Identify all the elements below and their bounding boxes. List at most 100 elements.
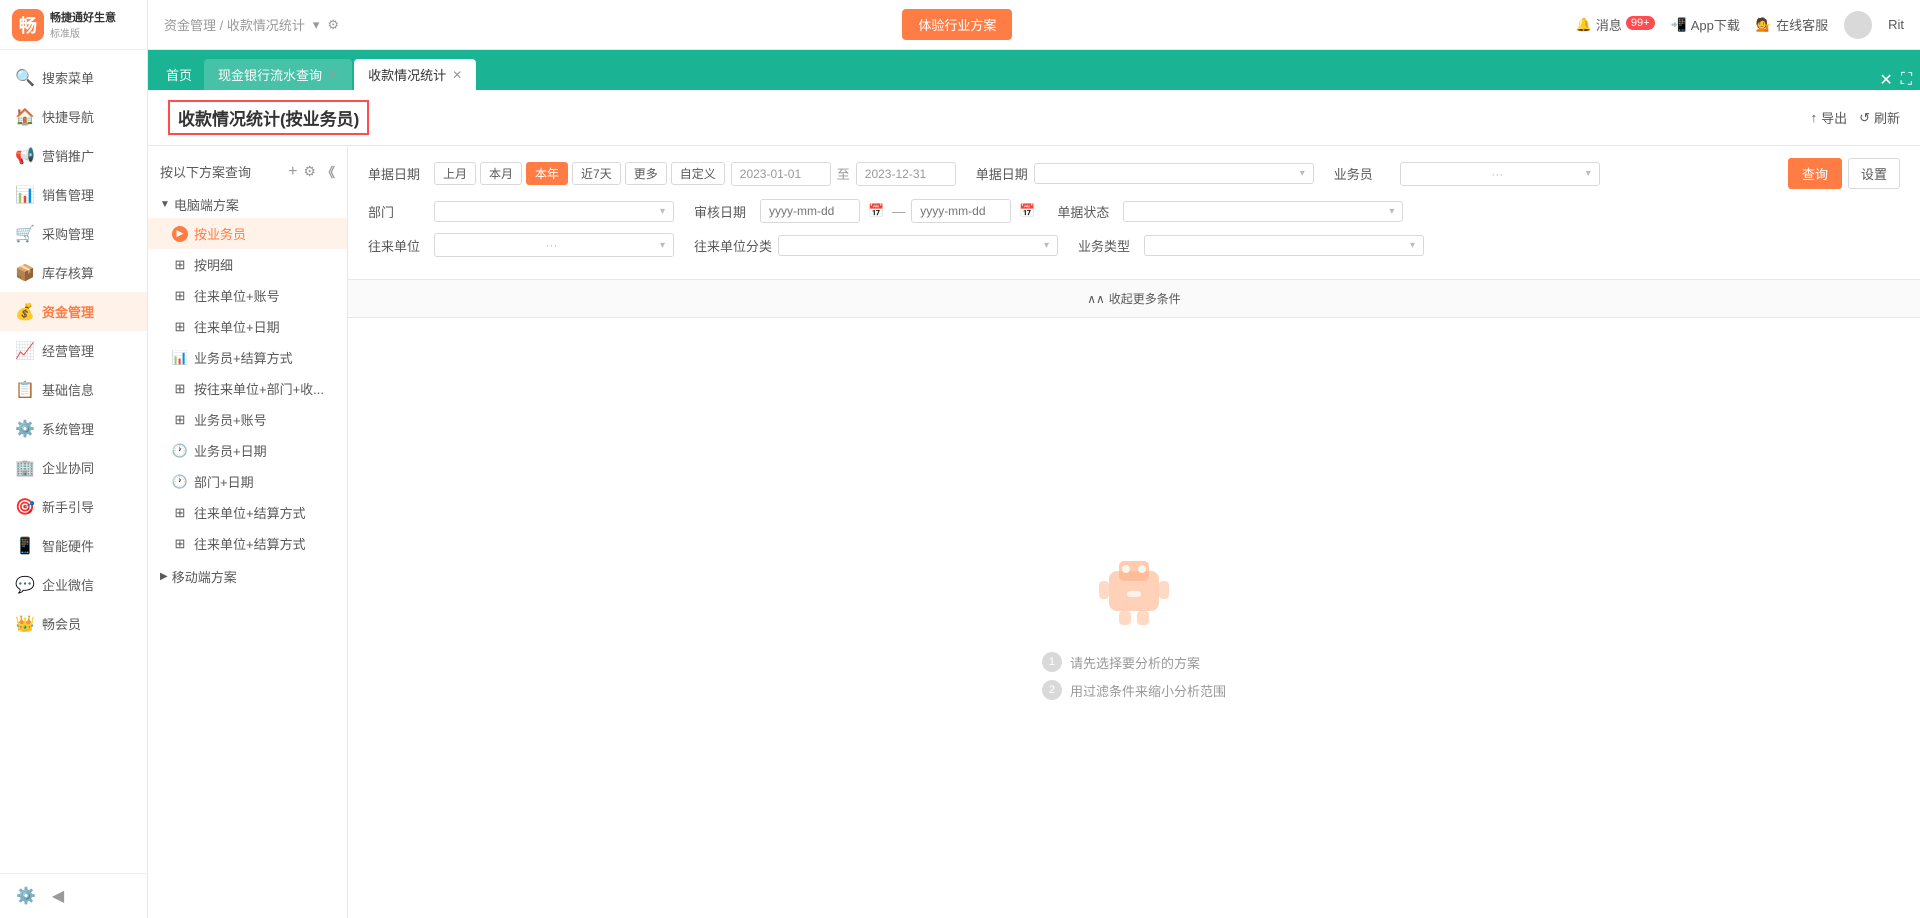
- scheme-item-unit-account[interactable]: ⊞ 往来单位+账号: [148, 280, 347, 311]
- scheme-item-unit-settle1[interactable]: ⊞ 往来单位+结算方式: [148, 497, 347, 528]
- app-download-label: App下载: [1691, 15, 1740, 34]
- breadcrumb-dropdown-icon[interactable]: ▾: [313, 17, 320, 33]
- salesman-select[interactable]: ··· ▾: [1400, 162, 1600, 186]
- settings-footer-icon[interactable]: ⚙️: [16, 886, 36, 906]
- doc-type-select[interactable]: ▾: [1034, 163, 1314, 184]
- logo-app-name: 畅捷通好生意: [50, 9, 116, 25]
- date-btn-this-year[interactable]: 本年: [526, 162, 568, 185]
- review-date-cal-from[interactable]: 📅: [868, 203, 884, 219]
- step-2-number: 2: [1042, 680, 1062, 700]
- tab-collection-stats-close-icon[interactable]: ✕: [452, 68, 462, 82]
- sidebar-item-marketing[interactable]: 📢 营销推广: [0, 136, 147, 175]
- trial-button[interactable]: 体验行业方案: [902, 9, 1012, 40]
- sidebar-item-system[interactable]: ⚙️ 系统管理: [0, 409, 147, 448]
- tab-bank-flow[interactable]: 现金银行流水查询 ✕: [204, 59, 352, 90]
- tab-maximize-icon[interactable]: ⛶: [1901, 71, 1912, 89]
- date-btn-7days[interactable]: 近7天: [572, 162, 621, 185]
- sidebar-item-sales[interactable]: 📊 销售管理: [0, 175, 147, 214]
- tab-collection-stats-label: 收款情况统计: [368, 65, 446, 84]
- unit-select[interactable]: ··· ▾: [434, 233, 674, 257]
- sidebar-item-label: 销售管理: [42, 185, 94, 204]
- date-btn-more[interactable]: 更多: [625, 162, 667, 185]
- notification-label: 消息: [1596, 15, 1622, 34]
- scheme-collapse-icon[interactable]: 《: [322, 162, 335, 181]
- scheme-settings-icon[interactable]: ⚙: [303, 163, 316, 180]
- desktop-group-arrow: ▼: [160, 199, 170, 210]
- logo-text-block: 畅捷通好生意 标准版: [50, 9, 116, 40]
- collapse-bar[interactable]: ∧∧ 收起更多条件: [348, 280, 1920, 318]
- tab-bank-flow-close-icon[interactable]: ✕: [328, 68, 338, 82]
- date-btn-custom[interactable]: 自定义: [671, 162, 725, 185]
- settings-button[interactable]: 设置: [1848, 158, 1900, 189]
- doc-status-select[interactable]: ▾: [1123, 201, 1403, 222]
- scheme-item-unit-dept-collect[interactable]: ⊞ 按往来单位+部门+收...: [148, 373, 347, 404]
- dept-select[interactable]: ▾: [434, 201, 674, 222]
- review-date-cal-to[interactable]: 📅: [1019, 203, 1035, 219]
- scheme-item-by-detail[interactable]: ⊞ 按明细: [148, 249, 347, 280]
- scheme-item-unit-settle2[interactable]: ⊞ 往来单位+结算方式: [148, 528, 347, 559]
- scheme-item-salesman-account[interactable]: ⊞ 业务员+账号: [148, 404, 347, 435]
- collapse-sidebar-icon[interactable]: ◀: [52, 886, 64, 906]
- sidebar-item-quick-nav[interactable]: 🏠 快捷导航: [0, 97, 147, 136]
- scheme-group-mobile-title[interactable]: ▶ 移动端方案: [148, 563, 347, 590]
- filter-unit-classify-item: 往来单位分类 ▾: [694, 235, 1058, 256]
- sidebar-item-basic-info[interactable]: 📋 基础信息: [0, 370, 147, 409]
- sidebar-item-hardware[interactable]: 📱 智能硬件: [0, 526, 147, 565]
- scheme-item-label: 往来单位+结算方式: [194, 534, 306, 553]
- date-btn-this-month[interactable]: 本月: [480, 162, 522, 185]
- sidebar-item-inventory[interactable]: 📦 库存核算: [0, 253, 147, 292]
- sidebar-item-wechat[interactable]: 💬 企业微信: [0, 565, 147, 604]
- scheme-item-unit-date[interactable]: ⊞ 往来单位+日期: [148, 311, 347, 342]
- sidebar-item-guide[interactable]: 🎯 新手引导: [0, 487, 147, 526]
- biz-type-select[interactable]: ▾: [1144, 235, 1424, 256]
- sidebar-item-purchase[interactable]: 🛒 采购管理: [0, 214, 147, 253]
- date-to-input[interactable]: [856, 162, 956, 186]
- sidebar-item-search-menu[interactable]: 🔍 搜索菜单: [0, 58, 147, 97]
- query-button[interactable]: 查询: [1788, 158, 1842, 189]
- tab-close-all-icon[interactable]: ✕: [1879, 70, 1892, 90]
- scheme-item-dept-date[interactable]: 🕐 部门+日期: [148, 466, 347, 497]
- top-header: 资金管理 / 收款情况统计 ▾ ⚙ 体验行业方案 🔔 消息 99+ 📲 App下…: [148, 0, 1920, 50]
- scheme-item-label: 按往来单位+部门+收...: [194, 379, 324, 398]
- mobile-group-label: 移动端方案: [172, 567, 237, 586]
- header-gear-icon[interactable]: ⚙: [327, 17, 339, 33]
- date-btn-last-month[interactable]: 上月: [434, 162, 476, 185]
- date-from-input[interactable]: [731, 162, 831, 186]
- main-area: 资金管理 / 收款情况统计 ▾ ⚙ 体验行业方案 🔔 消息 99+ 📲 App下…: [148, 0, 1920, 918]
- review-date-from-input[interactable]: [760, 199, 860, 223]
- sidebar-logo: 畅 畅捷通好生意 标准版: [0, 0, 147, 50]
- breadcrumb: 资金管理 / 收款情况统计: [164, 15, 305, 34]
- scheme-item-salesman-settle[interactable]: 📊 业务员+结算方式: [148, 342, 347, 373]
- biz-type-label: 业务类型: [1078, 236, 1138, 255]
- export-button[interactable]: ↑ 导出: [1811, 108, 1848, 127]
- scheme-item-by-salesman[interactable]: ▶ 按业务员: [148, 218, 347, 249]
- sidebar-item-member[interactable]: 👑 畅会员: [0, 604, 147, 643]
- tab-home[interactable]: 首页: [156, 59, 202, 90]
- app-download-item[interactable]: 📲 App下载: [1671, 15, 1740, 34]
- scheme-item-label: 业务员+账号: [194, 410, 267, 429]
- sidebar-item-label: 搜索菜单: [42, 68, 94, 87]
- scheme-item-salesman-date[interactable]: 🕐 业务员+日期: [148, 435, 347, 466]
- review-date-separator: —: [892, 204, 905, 219]
- scheme-item-label: 往来单位+日期: [194, 317, 280, 336]
- add-scheme-icon[interactable]: +: [288, 163, 297, 181]
- tab-collection-stats[interactable]: 收款情况统计 ✕: [354, 59, 476, 90]
- scheme-group-mobile: ▶ 移动端方案: [148, 561, 347, 592]
- query-actions: 查询 设置: [1788, 158, 1900, 189]
- scheme-group-desktop-title[interactable]: ▼ 电脑端方案: [148, 191, 347, 218]
- filter-review-date-item: 审核日期 📅 — 📅: [694, 199, 1037, 223]
- sidebar-item-finance[interactable]: 💰 资金管理: [0, 292, 147, 331]
- sidebar-item-operations[interactable]: 📈 经营管理: [0, 331, 147, 370]
- filter-area: 单据日期 上月 本月 本年 近7天 更多 自定义 至: [348, 146, 1920, 280]
- sidebar-item-enterprise[interactable]: 🏢 企业协同: [0, 448, 147, 487]
- notification-item[interactable]: 🔔 消息 99+: [1576, 15, 1655, 34]
- unit-classify-select[interactable]: ▾: [778, 235, 1058, 256]
- online-service-item[interactable]: 💁 在线客服: [1756, 15, 1828, 34]
- page-title-container: 收款情况统计(按业务员): [168, 100, 369, 135]
- refresh-button[interactable]: ↺ 刷新: [1859, 108, 1900, 127]
- left-panel-header: 按以下方案查询 + ⚙ 《: [148, 154, 347, 189]
- user-avatar[interactable]: [1844, 11, 1872, 39]
- review-date-to-input[interactable]: [911, 199, 1011, 223]
- collapse-label: 收起更多条件: [1109, 290, 1181, 307]
- quick-nav-icon: 🏠: [16, 108, 34, 126]
